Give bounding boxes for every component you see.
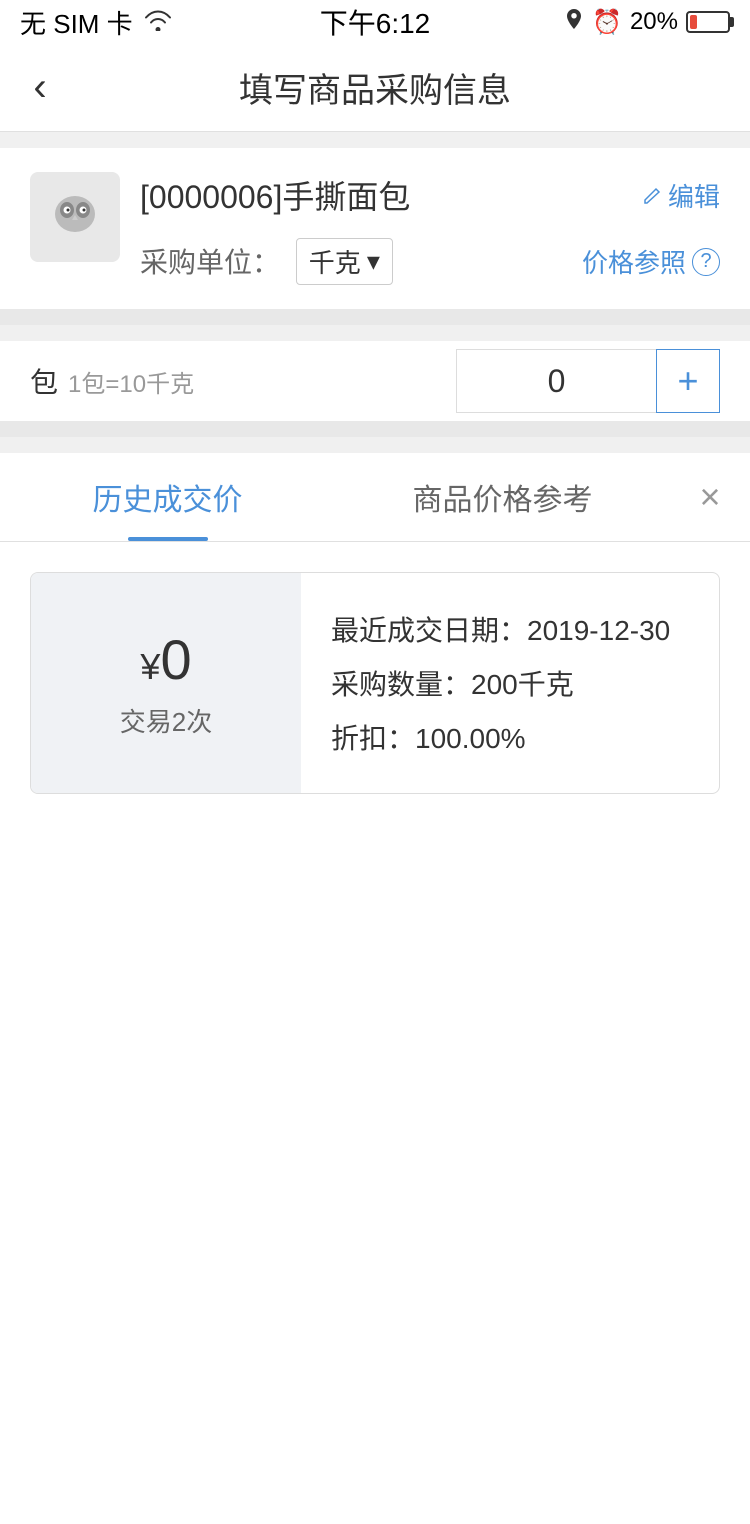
tab-history-price[interactable]: 历史成交价 — [0, 453, 335, 541]
price-card: ¥0 交易2次 最近成交日期：2019-12-30 采购数量：200千克 折扣：… — [30, 572, 720, 794]
carrier-text: 无 SIM 卡 — [20, 4, 133, 41]
product-thumbnail-icon — [45, 182, 105, 252]
chevron-down-icon: ▾ — [367, 246, 380, 277]
battery-text: 20% — [630, 8, 678, 36]
product-section: [0000006]手撕面包 编辑 采购单位： 千克 ▾ — [0, 148, 750, 309]
price-ref-link[interactable]: 价格参照 ? — [582, 243, 720, 280]
quantity-input[interactable]: 0 — [456, 349, 656, 413]
product-thumbnail — [30, 172, 120, 262]
product-name-row: [0000006]手撕面包 编辑 — [140, 172, 720, 218]
product-info: [0000006]手撕面包 编辑 采购单位： 千克 ▾ — [140, 172, 720, 285]
price-card-right: 最近成交日期：2019-12-30 采购数量：200千克 折扣：100.00% — [301, 573, 719, 793]
price-purchase-qty: 采购数量：200千克 — [331, 663, 689, 703]
price-currency: ¥ — [140, 646, 160, 687]
tab-close-button[interactable]: × — [670, 453, 750, 541]
history-price-content: ¥0 交易2次 最近成交日期：2019-12-30 采购数量：200千克 折扣：… — [0, 542, 750, 824]
edit-link[interactable]: 编辑 — [642, 177, 720, 214]
quantity-controls: 0 + — [456, 349, 720, 413]
price-amount: ¥0 — [140, 627, 191, 692]
quantity-section: 包 1包=10千克 0 + — [0, 341, 750, 421]
back-arrow-icon: ‹ — [33, 65, 46, 110]
main-content — [0, 824, 750, 1524]
price-recent-date: 最近成交日期：2019-12-30 — [331, 609, 689, 649]
quantity-plus-button[interactable]: + — [656, 349, 720, 413]
unit-label: 采购单位： — [140, 247, 280, 278]
status-bar: 无 SIM 卡 下午6:12 ⏰ 20% — [0, 0, 750, 44]
help-icon: ? — [692, 248, 720, 276]
unit-label-group: 采购单位： 千克 ▾ — [140, 238, 393, 285]
product-header: [0000006]手撕面包 编辑 采购单位： 千克 ▾ — [30, 172, 720, 285]
tab-bar: 历史成交价 商品价格参考 × — [0, 453, 750, 542]
status-right: ⏰ 20% — [564, 8, 730, 37]
price-discount: 折扣：100.00% — [331, 717, 689, 757]
back-button[interactable]: ‹ — [0, 44, 80, 132]
price-card-left: ¥0 交易2次 — [31, 573, 301, 793]
nav-bar: ‹ 填写商品采购信息 — [0, 44, 750, 132]
battery-icon — [686, 11, 730, 33]
product-name: [0000006]手撕面包 — [140, 172, 410, 218]
close-icon: × — [699, 476, 720, 518]
page-title: 填写商品采购信息 — [239, 63, 511, 112]
status-left: 无 SIM 卡 — [20, 4, 173, 41]
section-divider — [0, 309, 750, 325]
quantity-label: 包 1包=10千克 — [30, 361, 194, 401]
section-divider-2 — [0, 421, 750, 437]
location-icon — [564, 8, 584, 37]
wifi-icon — [143, 7, 173, 38]
purchase-unit-row: 采购单位： 千克 ▾ 价格参照 ? — [140, 238, 720, 285]
tab-product-price-ref[interactable]: 商品价格参考 — [335, 453, 670, 541]
quantity-sublabel: 1包=10千克 — [68, 364, 194, 399]
tab-indicator — [128, 537, 208, 541]
unit-select[interactable]: 千克 ▾ — [296, 238, 393, 285]
tab-section: 历史成交价 商品价格参考 × ¥0 交易2次 最近成交日期：2019-12-30 — [0, 453, 750, 824]
status-time: 下午6:12 — [320, 2, 431, 42]
price-trade-count: 交易2次 — [120, 702, 212, 739]
alarm-icon: ⏰ — [592, 8, 622, 37]
